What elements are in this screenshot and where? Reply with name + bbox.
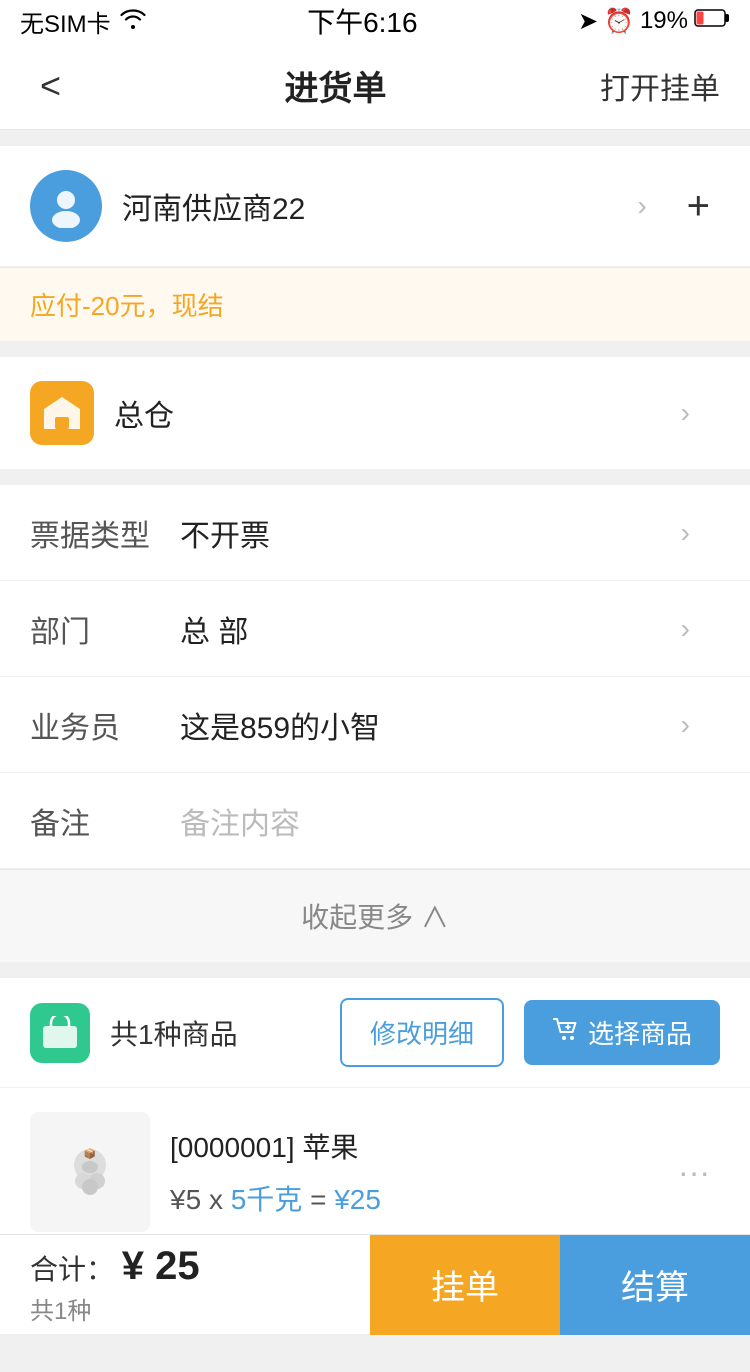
open-pending-button[interactable]: 打开挂单 bbox=[600, 64, 720, 108]
select-product-label: 选择商品 bbox=[588, 1014, 692, 1051]
battery-text: 19% bbox=[640, 7, 688, 35]
status-right: ➤ ⏰ 19% bbox=[578, 7, 730, 36]
nav-bar: < 进货单 打开挂单 bbox=[0, 42, 750, 130]
divider-1 bbox=[0, 130, 750, 146]
product-title: 苹果 bbox=[302, 1132, 358, 1163]
total-label: 合计： bbox=[30, 1254, 114, 1285]
qty-value: 5千克 bbox=[231, 1184, 303, 1215]
dept-row[interactable]: 部门 总 部 › bbox=[0, 581, 750, 677]
bottom-bar: 合计： ¥ 25 共1种 挂单 结算 bbox=[0, 1234, 750, 1334]
product-name: [0000001] 苹果 bbox=[170, 1126, 648, 1166]
total-amount: ¥ 25 bbox=[122, 1244, 200, 1288]
equals-sign: = bbox=[310, 1184, 334, 1215]
total-count: 共1种 bbox=[30, 1291, 340, 1326]
chevron-right-icon: › bbox=[681, 517, 690, 549]
product-thumbnail: 📦 bbox=[30, 1112, 150, 1232]
products-icon bbox=[30, 1003, 90, 1063]
staff-value: 这是859的小智 bbox=[180, 703, 681, 747]
invoice-value: 不开票 bbox=[180, 511, 681, 555]
remark-label: 备注 bbox=[30, 799, 160, 843]
multiply-sign: x bbox=[209, 1184, 231, 1215]
products-header: 共1种商品 修改明细 选择商品 bbox=[0, 978, 750, 1087]
invoice-label: 票据类型 bbox=[30, 511, 160, 555]
status-bar: 无SIM卡 下午6:16 ➤ ⏰ 19% bbox=[0, 0, 750, 42]
product-more-button[interactable]: ··· bbox=[668, 1144, 720, 1201]
dept-value: 总 部 bbox=[180, 607, 681, 651]
product-item: 📦 [0000001] 苹果 ¥5 x 5千克 = ¥25 ··· bbox=[0, 1087, 750, 1256]
chevron-right-icon: › bbox=[681, 397, 690, 429]
products-section: 共1种商品 修改明细 选择商品 📦 bbox=[0, 978, 750, 1256]
collapse-button[interactable]: 收起更多 ∧ bbox=[0, 869, 750, 962]
remark-input[interactable]: 备注内容 bbox=[180, 799, 720, 843]
wifi-icon bbox=[119, 7, 147, 36]
chevron-right-icon: › bbox=[637, 190, 646, 222]
products-count: 共1种商品 bbox=[110, 1013, 320, 1053]
supplier-notice: 应付-20元，现结 bbox=[0, 267, 750, 341]
product-code: [0000001] bbox=[170, 1132, 295, 1163]
cart-icon bbox=[552, 1017, 580, 1048]
product-info: [0000001] 苹果 ¥5 x 5千克 = ¥25 bbox=[170, 1126, 648, 1218]
supplier-avatar bbox=[30, 170, 102, 242]
add-supplier-button[interactable]: + bbox=[677, 184, 720, 229]
price-unit: ¥5 bbox=[170, 1184, 201, 1215]
svg-text:📦: 📦 bbox=[84, 1147, 96, 1160]
back-button[interactable]: < bbox=[30, 55, 71, 117]
dept-label: 部门 bbox=[30, 607, 160, 651]
status-time: 下午6:16 bbox=[307, 1, 418, 41]
staff-row[interactable]: 业务员 这是859的小智 › bbox=[0, 677, 750, 773]
remark-row[interactable]: 备注 备注内容 bbox=[0, 773, 750, 869]
select-product-button[interactable]: 选择商品 bbox=[524, 1000, 720, 1065]
staff-label: 业务员 bbox=[30, 703, 160, 747]
warehouse-icon bbox=[30, 381, 94, 445]
location-icon: ➤ bbox=[578, 7, 598, 36]
total-area: 合计： ¥ 25 共1种 bbox=[0, 1244, 370, 1326]
edit-detail-button[interactable]: 修改明细 bbox=[340, 998, 504, 1067]
pending-button[interactable]: 挂单 bbox=[370, 1235, 560, 1335]
form-section: 票据类型 不开票 › 部门 总 部 › 业务员 这是859的小智 › 备注 备注… bbox=[0, 485, 750, 962]
warehouse-section: 总仓 › bbox=[0, 357, 750, 469]
warehouse-row[interactable]: 总仓 › bbox=[0, 357, 750, 469]
warehouse-name: 总仓 bbox=[114, 391, 681, 435]
chevron-right-icon: › bbox=[681, 709, 690, 741]
invoice-row[interactable]: 票据类型 不开票 › bbox=[0, 485, 750, 581]
carrier-text: 无SIM卡 bbox=[20, 4, 111, 39]
product-price: ¥5 x 5千克 = ¥25 bbox=[170, 1178, 648, 1218]
alarm-icon: ⏰ bbox=[604, 7, 634, 36]
chevron-right-icon: › bbox=[681, 613, 690, 645]
page-title: 进货单 bbox=[285, 61, 387, 110]
supplier-section: 河南供应商22 › + 应付-20元，现结 bbox=[0, 146, 750, 341]
total-price: ¥25 bbox=[334, 1184, 381, 1215]
status-left: 无SIM卡 bbox=[20, 4, 147, 39]
supplier-row[interactable]: 河南供应商22 › + bbox=[0, 146, 750, 267]
supplier-name: 河南供应商22 bbox=[122, 184, 637, 228]
battery-icon bbox=[694, 7, 730, 35]
checkout-button[interactable]: 结算 bbox=[560, 1235, 750, 1335]
